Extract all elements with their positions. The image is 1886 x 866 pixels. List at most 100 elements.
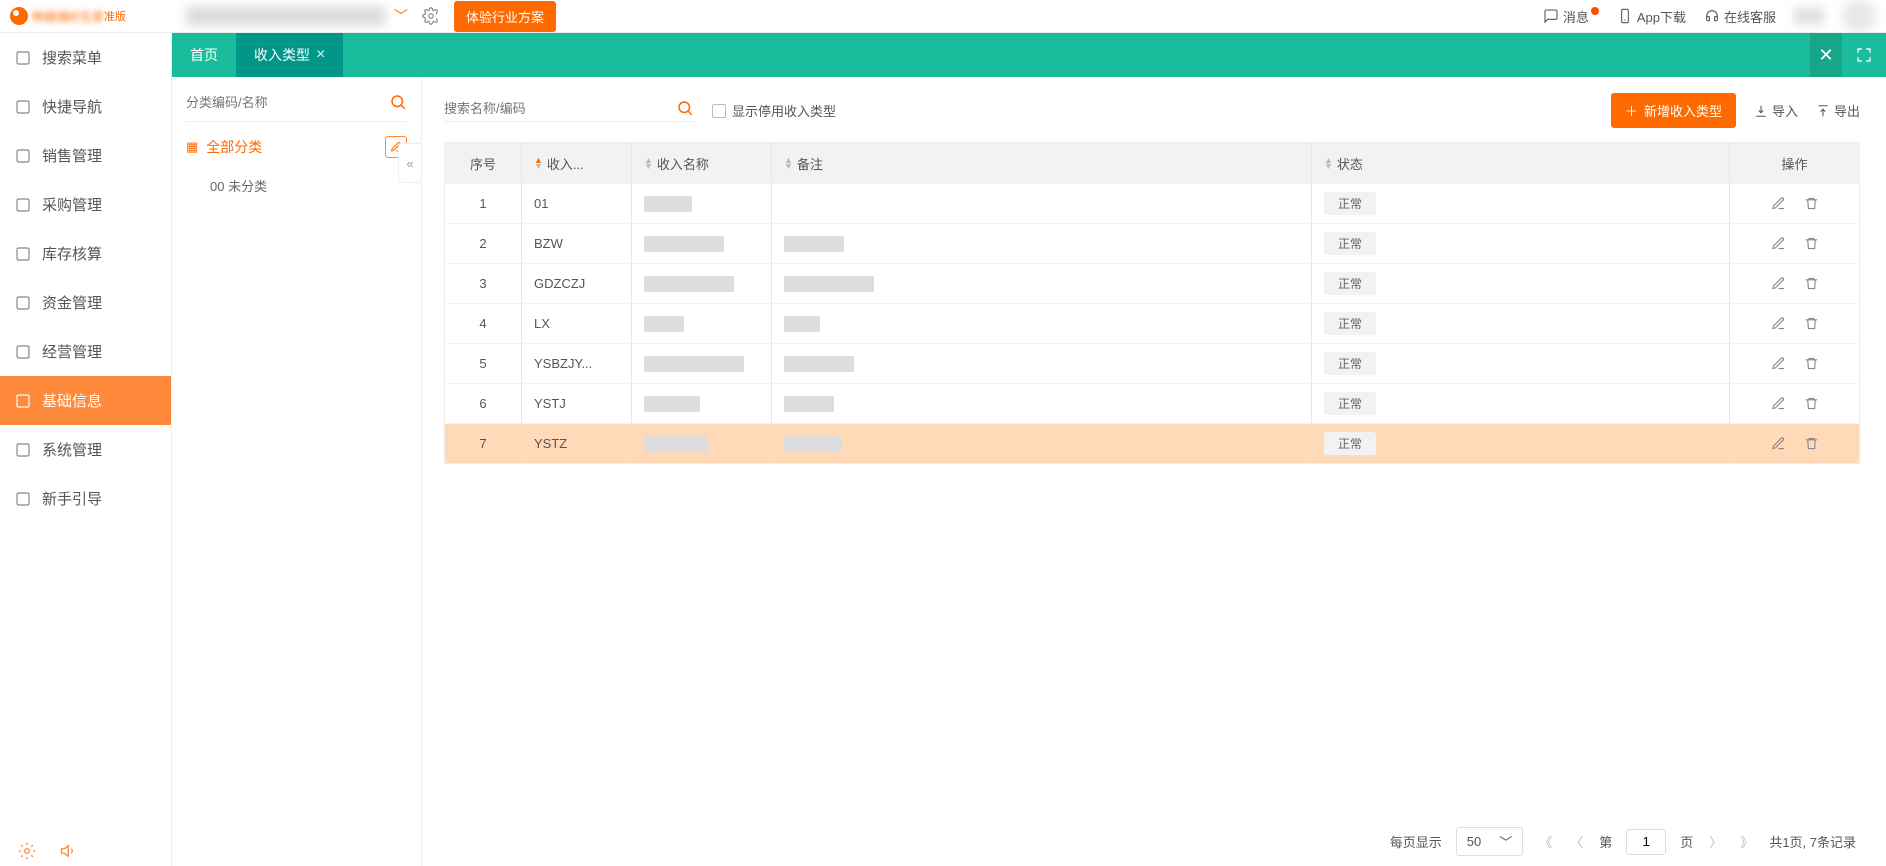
delete-icon[interactable] xyxy=(1804,196,1819,211)
category-list: 00 未分类 xyxy=(186,166,407,205)
sidebar-icon xyxy=(14,98,32,116)
experience-plan-button[interactable]: 体验行业方案 xyxy=(454,1,556,32)
fullscreen-icon[interactable] xyxy=(1848,33,1880,77)
page-next-button[interactable]: 〉 xyxy=(1707,832,1724,851)
cell-ops xyxy=(1729,424,1859,463)
search-icon[interactable] xyxy=(389,93,407,111)
edit-icon[interactable] xyxy=(1771,276,1786,291)
table-row[interactable]: 2BZW正常 xyxy=(445,223,1859,263)
cell-ops xyxy=(1729,384,1859,423)
table-row[interactable]: 5YSBZJY...正常 xyxy=(445,343,1859,383)
gear-icon[interactable] xyxy=(422,7,440,25)
sort-icon: ▲▼ xyxy=(534,157,543,169)
table-row[interactable]: 4LX正常 xyxy=(445,303,1859,343)
table-row[interactable]: 6YSTJ正常 xyxy=(445,383,1859,423)
cell-code: LX xyxy=(521,304,631,343)
th-status[interactable]: ▲▼状态 xyxy=(1311,143,1729,183)
sidebar-item-7[interactable]: 基础信息 xyxy=(0,376,171,425)
footer-sound-icon[interactable] xyxy=(60,842,78,860)
cell-status: 正常 xyxy=(1311,304,1729,343)
import-button[interactable]: 导入 xyxy=(1754,101,1798,120)
edit-icon[interactable] xyxy=(1771,236,1786,251)
cell-ops xyxy=(1729,304,1859,343)
per-page-select[interactable]: 50 ﹀ xyxy=(1456,827,1523,856)
page-prev-button[interactable]: 〈 xyxy=(1568,832,1585,851)
sidebar-icon xyxy=(14,196,32,214)
edit-icon[interactable] xyxy=(1771,196,1786,211)
sidebar-item-8[interactable]: 系统管理 xyxy=(0,425,171,474)
cell-name xyxy=(631,424,771,463)
th-code[interactable]: ▲▼收入... xyxy=(521,143,631,183)
edit-icon[interactable] xyxy=(1771,436,1786,451)
sidebar-item-5[interactable]: 资金管理 xyxy=(0,278,171,327)
tab-home[interactable]: 首页 xyxy=(172,33,236,77)
cell-name xyxy=(631,264,771,303)
sidebar-item-3[interactable]: 采购管理 xyxy=(0,180,171,229)
tab-income-type[interactable]: 收入类型 × xyxy=(236,33,343,77)
logo-icon xyxy=(10,7,28,25)
close-all-tabs-button[interactable]: ✕ xyxy=(1810,33,1842,77)
checkbox-icon xyxy=(712,104,726,118)
headset-icon xyxy=(1704,8,1720,24)
category-search-input[interactable] xyxy=(186,95,381,110)
page-first-button[interactable]: 《 xyxy=(1537,832,1554,851)
income-type-table: 序号 ▲▼收入... ▲▼收入名称 ▲▼备注 ▲▼状态 操作 101正常2BZW… xyxy=(444,142,1860,464)
search-icon[interactable] xyxy=(676,99,694,117)
cell-code: YSBZJY... xyxy=(521,344,631,383)
page-input[interactable] xyxy=(1626,829,1666,855)
category-item[interactable]: 00 未分类 xyxy=(186,166,407,205)
cell-seq: 2 xyxy=(445,224,521,263)
app-download-link[interactable]: App下载 xyxy=(1617,7,1686,26)
table-row[interactable]: 101正常 xyxy=(445,183,1859,223)
cell-remark xyxy=(771,224,1311,263)
company-name xyxy=(186,6,386,26)
edit-icon[interactable] xyxy=(1771,316,1786,331)
sort-icon: ▲▼ xyxy=(1324,157,1333,169)
delete-icon[interactable] xyxy=(1804,236,1819,251)
page-last-button[interactable]: 》 xyxy=(1738,832,1755,851)
sidebar-item-6[interactable]: 经营管理 xyxy=(0,327,171,376)
th-remark[interactable]: ▲▼备注 xyxy=(771,143,1311,183)
page-suffix: 页 xyxy=(1680,832,1693,851)
th-seq[interactable]: 序号 xyxy=(445,143,521,183)
sidebar-item-4[interactable]: 库存核算 xyxy=(0,229,171,278)
main-search-input[interactable] xyxy=(444,101,676,116)
add-income-type-button[interactable]: ＋ 新增收入类型 xyxy=(1611,93,1736,128)
side-footer xyxy=(0,842,171,860)
sidebar-item-2[interactable]: 销售管理 xyxy=(0,131,171,180)
delete-icon[interactable] xyxy=(1804,436,1819,451)
footer-gear-icon[interactable] xyxy=(18,842,36,860)
show-disabled-checkbox[interactable]: 显示停用收入类型 xyxy=(712,101,836,120)
edit-icon[interactable] xyxy=(1771,356,1786,371)
th-name[interactable]: ▲▼收入名称 xyxy=(631,143,771,183)
cell-code: 01 xyxy=(521,184,631,223)
delete-icon[interactable] xyxy=(1804,276,1819,291)
customer-service-link[interactable]: 在线客服 xyxy=(1704,7,1776,26)
table-row[interactable]: 7YSTZ正常 xyxy=(445,423,1859,463)
collapse-panel-button[interactable]: « xyxy=(398,143,422,183)
sidebar-item-0[interactable]: 搜索菜单 xyxy=(0,33,171,82)
cell-ops xyxy=(1729,184,1859,223)
delete-icon[interactable] xyxy=(1804,396,1819,411)
delete-icon[interactable] xyxy=(1804,316,1819,331)
company-dropdown-icon[interactable]: ﹀ xyxy=(394,6,408,26)
export-button[interactable]: 导出 xyxy=(1816,101,1860,120)
cell-code: BZW xyxy=(521,224,631,263)
cell-ops xyxy=(1729,344,1859,383)
edit-icon[interactable] xyxy=(1771,396,1786,411)
cell-status: 正常 xyxy=(1311,344,1729,383)
sidebar-item-9[interactable]: 新手引导 xyxy=(0,474,171,523)
delete-icon[interactable] xyxy=(1804,356,1819,371)
table-row[interactable]: 3GDZCZJ正常 xyxy=(445,263,1859,303)
per-page-label: 每页显示 xyxy=(1390,832,1442,851)
category-all[interactable]: ▦ 全部分类 xyxy=(186,122,407,166)
cell-status: 正常 xyxy=(1311,264,1729,303)
sidebar-icon xyxy=(14,490,32,508)
avatar[interactable] xyxy=(1842,0,1876,33)
status-badge: 正常 xyxy=(1324,312,1376,335)
sidebar-item-1[interactable]: 快捷导航 xyxy=(0,82,171,131)
message-link[interactable]: 消息 xyxy=(1543,7,1599,26)
cell-status: 正常 xyxy=(1311,424,1729,463)
tab-close-icon[interactable]: × xyxy=(316,46,325,64)
message-badge xyxy=(1591,7,1599,15)
